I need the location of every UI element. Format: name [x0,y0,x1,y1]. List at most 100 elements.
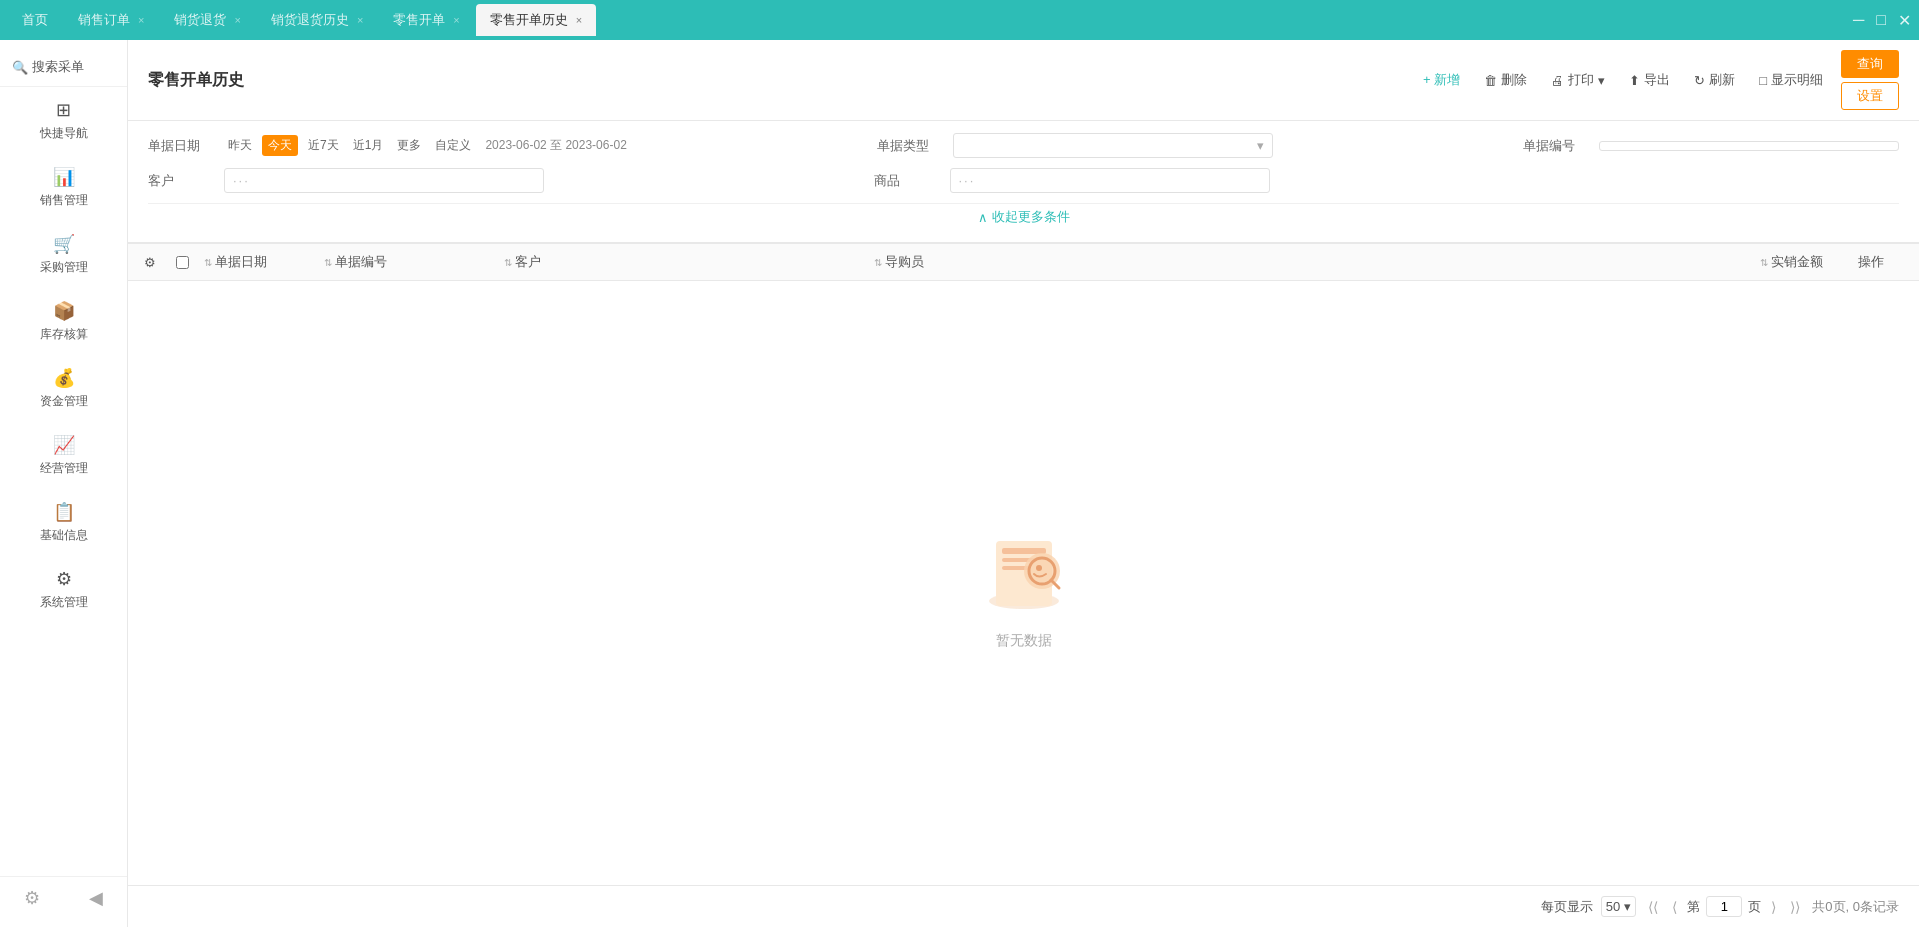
sidebar-item-base-info[interactable]: 📋 基础信息 [0,489,127,556]
col-guide[interactable]: ⇅ 导购员 [866,253,986,271]
select-all-checkbox[interactable] [176,256,189,269]
refresh-button[interactable]: ↻ 刷新 [1688,67,1741,93]
sidebar-settings-button[interactable]: ⚙ [24,887,40,909]
tab-sales-return-history[interactable]: 销货退货历史 × [257,4,377,36]
goods-filter-input[interactable]: ··· [950,168,1270,193]
customer-filter-input[interactable]: ··· [224,168,544,193]
date-btn-1month[interactable]: 近1月 [349,135,388,156]
sidebar-search[interactable]: 🔍 搜索采单 [0,48,127,87]
tab-retail-open-history[interactable]: 零售开单历史 × [476,4,596,36]
first-page-button[interactable]: ⟨⟨ [1644,897,1662,917]
tab-sales-return[interactable]: 销货退货 × [160,4,254,36]
page-number-input[interactable] [1706,896,1742,917]
sidebar-item-sales-mgmt-label: 销售管理 [40,192,88,209]
sidebar-item-purchase-mgmt[interactable]: 🛒 采购管理 [0,221,127,288]
last-page-button[interactable]: ⟩⟩ [1786,897,1804,917]
query-button[interactable]: 查询 [1841,50,1899,78]
per-page-select[interactable]: 50 ▾ [1601,896,1636,917]
tab-sales-return-history-label: 销货退货历史 [271,11,349,29]
date-btn-custom[interactable]: 自定义 [431,135,475,156]
goods-filter-dots: ··· [959,173,976,188]
empty-text: 暂无数据 [996,632,1052,650]
goods-filter-label: 商品 [874,172,934,190]
delete-icon: 🗑 [1484,73,1497,88]
date-btn-more[interactable]: 更多 [393,135,425,156]
tab-close-retail-open[interactable]: × [453,14,459,26]
tab-retail-open-history-label: 零售开单历史 [490,11,568,29]
tab-sales-order[interactable]: 销售订单 × [64,4,158,36]
sidebar-item-sales-mgmt[interactable]: 📊 销售管理 [0,154,127,221]
delete-label: 删除 [1501,71,1527,89]
collapse-button[interactable]: ∧ 收起更多条件 [148,203,1899,230]
tab-close-sales-return-history[interactable]: × [357,14,363,26]
col-settings[interactable]: ⚙ [136,255,168,270]
num-filter-label: 单据编号 [1523,137,1583,155]
col-customer[interactable]: ⇅ 客户 [496,253,866,271]
page-navigation: ⟨⟨ ⟨ 第 页 ⟩ ⟩⟩ [1644,896,1804,917]
sidebar-item-quick-nav[interactable]: ⊞ 快捷导航 [0,87,127,154]
sys-mgmt-icon: ⚙ [56,568,72,590]
col-date-label: 单据日期 [215,253,267,271]
collapse-icon: ∧ [978,210,988,225]
delete-button[interactable]: 🗑 删除 [1478,67,1533,93]
tab-close-sales-order[interactable]: × [138,14,144,26]
col-num[interactable]: ⇅ 单据编号 [316,253,496,271]
col-customer-label: 客户 [515,253,541,271]
col-guide-label: 导购员 [885,253,924,271]
finance-icon: 💰 [53,367,75,389]
table-header: ⚙ ⇅ 单据日期 ⇅ 单据编号 ⇅ 客户 ⇅ [128,243,1919,281]
next-page-button[interactable]: ⟩ [1767,897,1780,917]
date-btn-yesterday[interactable]: 昨天 [224,135,256,156]
col-num-label: 单据编号 [335,253,387,271]
date-btn-7days[interactable]: 近7天 [304,135,343,156]
sidebar-item-finance[interactable]: 💰 资金管理 [0,355,127,422]
add-button[interactable]: + 新增 [1417,67,1466,93]
col-checkbox[interactable] [168,256,196,269]
settings-button[interactable]: 设置 [1841,82,1899,110]
date-btn-today[interactable]: 今天 [262,135,298,156]
sidebar-item-inventory[interactable]: 📦 库存核算 [0,288,127,355]
maximize-button[interactable]: □ [1876,11,1886,30]
purchase-mgmt-icon: 🛒 [53,233,75,255]
tab-close-retail-open-history[interactable]: × [576,14,582,26]
svg-point-8 [1036,565,1042,571]
tab-home[interactable]: 首页 [8,4,62,36]
base-info-icon: 📋 [53,501,75,523]
main-layout: 🔍 搜索采单 ⊞ 快捷导航 📊 销售管理 🛒 采购管理 📦 库存核算 💰 资金管… [0,40,1919,927]
type-filter-select[interactable]: ▾ [953,133,1273,158]
print-dropdown-icon: ▾ [1598,73,1605,88]
sidebar-item-finance-label: 资金管理 [40,393,88,410]
date-filter-label: 单据日期 [148,137,208,155]
col-amount[interactable]: ⇅ 实销金额 [1711,253,1831,271]
print-button[interactable]: 🖨 打印 ▾ [1545,67,1611,93]
sidebar-item-quick-nav-label: 快捷导航 [40,125,88,142]
sidebar-item-sys-mgmt[interactable]: ⚙ 系统管理 [0,556,127,623]
tab-close-sales-return[interactable]: × [234,14,240,26]
page-title: 零售开单历史 [148,70,1417,91]
col-action-label: 操作 [1858,253,1884,271]
sort-icon-customer: ⇅ [504,257,512,268]
close-button[interactable]: ✕ [1898,11,1911,30]
sidebar-collapse-button[interactable]: ◀ [89,887,103,909]
sort-icon-amount: ⇅ [1760,257,1768,268]
total-info: 共0页, 0条记录 [1812,898,1899,916]
date-filter-buttons: 昨天 今天 近7天 近1月 更多 自定义 2023-06-02 至 2023-0… [224,135,627,156]
sidebar-item-purchase-mgmt-label: 采购管理 [40,259,88,276]
sidebar-item-operations-label: 经营管理 [40,460,88,477]
minimize-button[interactable]: ─ [1853,11,1864,30]
prev-page-button[interactable]: ⟨ [1668,897,1681,917]
svg-rect-2 [1002,548,1046,554]
display-detail-button[interactable]: □ 显示明细 [1753,67,1829,93]
tab-retail-open[interactable]: 零售开单 × [379,4,473,36]
table-settings-icon: ⚙ [144,255,156,270]
sort-icon-guide: ⇅ [874,257,882,268]
sidebar-item-operations[interactable]: 📈 经营管理 [0,422,127,489]
per-page-label: 每页显示 [1541,898,1593,916]
col-date[interactable]: ⇅ 单据日期 [196,253,316,271]
refresh-icon: ↻ [1694,73,1705,88]
export-button[interactable]: ⬆ 导出 [1623,67,1676,93]
search-icon: 🔍 [12,60,28,75]
collapse-label: 收起更多条件 [992,208,1070,226]
num-filter-input[interactable] [1599,141,1899,151]
print-icon: 🖨 [1551,73,1564,88]
